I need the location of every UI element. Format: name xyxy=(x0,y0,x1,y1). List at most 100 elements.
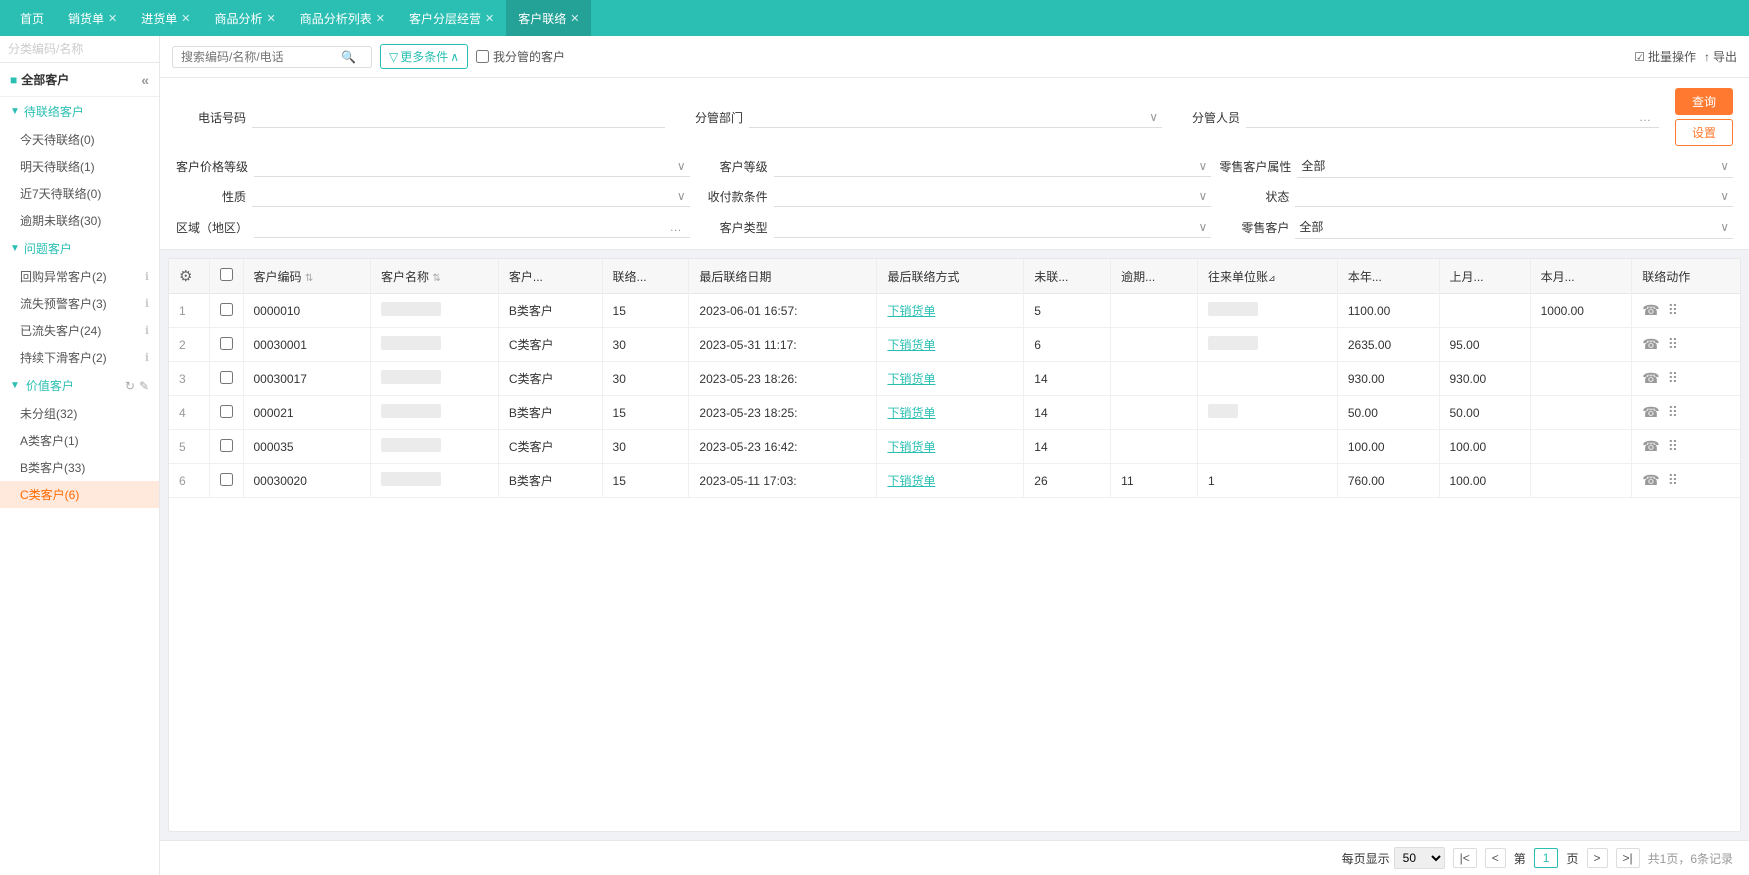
last-method-link[interactable]: 下销货单 xyxy=(887,372,935,386)
col-code-header[interactable]: 客户编码 ⇅ xyxy=(243,259,370,294)
payment-select[interactable]: ∨ xyxy=(774,186,1212,207)
edit-icon[interactable]: ✎ xyxy=(139,379,149,393)
last-method-link[interactable]: 下销货单 xyxy=(887,474,935,488)
filter-retail-attr: 零售客户属性 全部 ∨ xyxy=(1219,154,1733,178)
action-more-icon[interactable]: ⠿ xyxy=(1668,370,1678,387)
sidebar-search-input[interactable] xyxy=(8,42,160,56)
nav-customer-contact[interactable]: 客户联络 ✕ xyxy=(506,0,591,36)
cell-not-contacted: 14 xyxy=(1024,430,1111,464)
nav-customer-segment-close[interactable]: ✕ xyxy=(485,12,494,25)
sidebar-collapse-icon[interactable]: « xyxy=(141,72,149,88)
action-phone-icon[interactable]: ☎ xyxy=(1642,404,1659,421)
nav-customer-contact-close[interactable]: ✕ xyxy=(570,12,579,25)
last-method-link[interactable]: 下销货单 xyxy=(887,338,935,352)
action-more-icon[interactable]: ⠿ xyxy=(1668,472,1678,489)
sidebar-item-a-customers[interactable]: A类客户(1) xyxy=(0,427,159,454)
sidebar-item-ungrouped[interactable]: 未分组(32) xyxy=(0,400,159,427)
nav-purchase-close[interactable]: ✕ xyxy=(181,12,190,25)
col-last-month-header[interactable]: 上月... xyxy=(1439,259,1530,294)
next-page-btn[interactable]: > xyxy=(1587,848,1608,868)
search-button[interactable]: 🔍 xyxy=(341,50,356,64)
sidebar-item-overdue[interactable]: 逾期未联络(30) xyxy=(0,207,159,234)
more-conditions-btn[interactable]: ▽ 更多条件 ∧ xyxy=(380,44,468,69)
sidebar-item-c-customers[interactable]: C类客户(6) xyxy=(0,481,159,508)
col-this-month-header[interactable]: 本月... xyxy=(1530,259,1632,294)
last-method-link[interactable]: 下销货单 xyxy=(887,304,935,318)
action-phone-icon[interactable]: ☎ xyxy=(1642,472,1659,489)
col-category-header[interactable]: 客户... xyxy=(498,259,602,294)
action-phone-icon[interactable]: ☎ xyxy=(1642,302,1659,319)
retail-select[interactable]: 全部 ∨ xyxy=(1295,215,1733,239)
col-this-year-header[interactable]: 本年... xyxy=(1337,259,1439,294)
manager-select[interactable]: … xyxy=(1246,107,1659,128)
first-page-btn[interactable]: |< xyxy=(1453,848,1477,868)
select-all-checkbox[interactable] xyxy=(220,268,233,281)
action-more-icon[interactable]: ⠿ xyxy=(1668,302,1678,319)
row-checkbox[interactable] xyxy=(220,337,233,350)
action-phone-icon[interactable]: ☎ xyxy=(1642,438,1659,455)
phone-input[interactable] xyxy=(252,107,665,128)
action-more-icon[interactable]: ⠿ xyxy=(1668,404,1678,421)
col-last-method-header[interactable]: 最后联络方式 xyxy=(877,259,1024,294)
col-name-header[interactable]: 客户名称 ⇅ xyxy=(370,259,498,294)
dept-select[interactable]: ∨ xyxy=(749,107,1162,128)
nav-home[interactable]: 首页 xyxy=(8,0,56,36)
sidebar-item-churn-warning[interactable]: 流失预警客户(3) ℹ xyxy=(0,290,159,317)
grade-select[interactable]: ∨ xyxy=(774,156,1212,177)
type-select[interactable]: ∨ xyxy=(774,217,1212,238)
row-checkbox[interactable] xyxy=(220,405,233,418)
prev-page-btn[interactable]: < xyxy=(1485,848,1506,868)
action-phone-icon[interactable]: ☎ xyxy=(1642,336,1659,353)
row-checkbox[interactable] xyxy=(220,303,233,316)
last-page-btn[interactable]: >| xyxy=(1616,848,1640,868)
col-last-date-header[interactable]: 最后联络日期 xyxy=(689,259,877,294)
last-method-link[interactable]: 下销货单 xyxy=(887,406,935,420)
action-more-icon[interactable]: ⠿ xyxy=(1668,438,1678,455)
sidebar-item-declining[interactable]: 持续下滑客户(2) ℹ xyxy=(0,344,159,371)
batch-operation-btn[interactable]: ☑ 批量操作 xyxy=(1634,48,1696,65)
col-overdue-header[interactable]: 逾期... xyxy=(1111,259,1198,294)
nav-sales[interactable]: 销货单 ✕ xyxy=(56,0,129,36)
action-phone-icon[interactable]: ☎ xyxy=(1642,370,1659,387)
sidebar-item-7days[interactable]: 近7天待联络(0) xyxy=(0,180,159,207)
nav-sales-close[interactable]: ✕ xyxy=(108,12,117,25)
nav-goods-analysis-list-close[interactable]: ✕ xyxy=(376,12,385,25)
col-unit-balance-header[interactable]: 往来单位账⊿ xyxy=(1198,259,1338,294)
row-checkbox[interactable] xyxy=(220,439,233,452)
sidebar-group-pending[interactable]: ▼ 待联络客户 xyxy=(0,97,159,126)
retail-attr-select[interactable]: 全部 ∨ xyxy=(1297,154,1733,178)
col-contact-header[interactable]: 联络... xyxy=(602,259,689,294)
last-method-link[interactable]: 下销货单 xyxy=(887,440,935,454)
search-input[interactable] xyxy=(181,50,341,64)
settings-button[interactable]: 设置 xyxy=(1675,119,1733,146)
sidebar-group-value[interactable]: ▼ 价值客户 ↻ ✎ xyxy=(0,371,159,400)
sidebar-group-problem[interactable]: ▼ 问题客户 xyxy=(0,234,159,263)
nav-purchase[interactable]: 进货单 ✕ xyxy=(129,0,202,36)
price-grade-select[interactable]: ∨ xyxy=(254,156,690,177)
table-settings-icon[interactable]: ⚙ xyxy=(179,268,192,285)
row-checkbox[interactable] xyxy=(220,473,233,486)
action-more-icon[interactable]: ⠿ xyxy=(1668,336,1678,353)
nav-customer-segment[interactable]: 客户分层经营 ✕ xyxy=(397,0,506,36)
sidebar-item-today[interactable]: 今天待联络(0) xyxy=(0,126,159,153)
sidebar-item-repurchase-abnormal[interactable]: 回购异常客户(2) ℹ xyxy=(0,263,159,290)
status-select[interactable]: ∨ xyxy=(1295,186,1733,207)
col-not-contacted-header[interactable]: 未联... xyxy=(1024,259,1111,294)
my-customers-checkbox[interactable] xyxy=(476,50,489,63)
region-select[interactable]: … xyxy=(254,217,690,238)
nav-goods-analysis[interactable]: 商品分析 ✕ xyxy=(202,0,287,36)
sidebar-item-b-customers[interactable]: B类客户(33) xyxy=(0,454,159,481)
refresh-icon[interactable]: ↻ xyxy=(125,379,135,393)
nav-goods-analysis-close[interactable]: ✕ xyxy=(267,12,276,25)
nav-goods-analysis-list[interactable]: 商品分析列表 ✕ xyxy=(288,0,397,36)
export-btn[interactable]: ↑ 导出 xyxy=(1704,48,1737,65)
sidebar-item-churned[interactable]: 已流失客户(24) ℹ xyxy=(0,317,159,344)
sidebar-all-customers[interactable]: ■ 全部客户 « xyxy=(0,63,159,97)
region-dots[interactable]: … xyxy=(666,220,686,234)
manager-dots[interactable]: … xyxy=(1635,110,1655,124)
page-size-select[interactable]: 50 100 200 xyxy=(1394,847,1445,869)
row-checkbox[interactable] xyxy=(220,371,233,384)
sidebar-item-tomorrow[interactable]: 明天待联络(1) xyxy=(0,153,159,180)
query-button[interactable]: 查询 xyxy=(1675,88,1733,115)
nature-select[interactable]: ∨ xyxy=(252,186,690,207)
